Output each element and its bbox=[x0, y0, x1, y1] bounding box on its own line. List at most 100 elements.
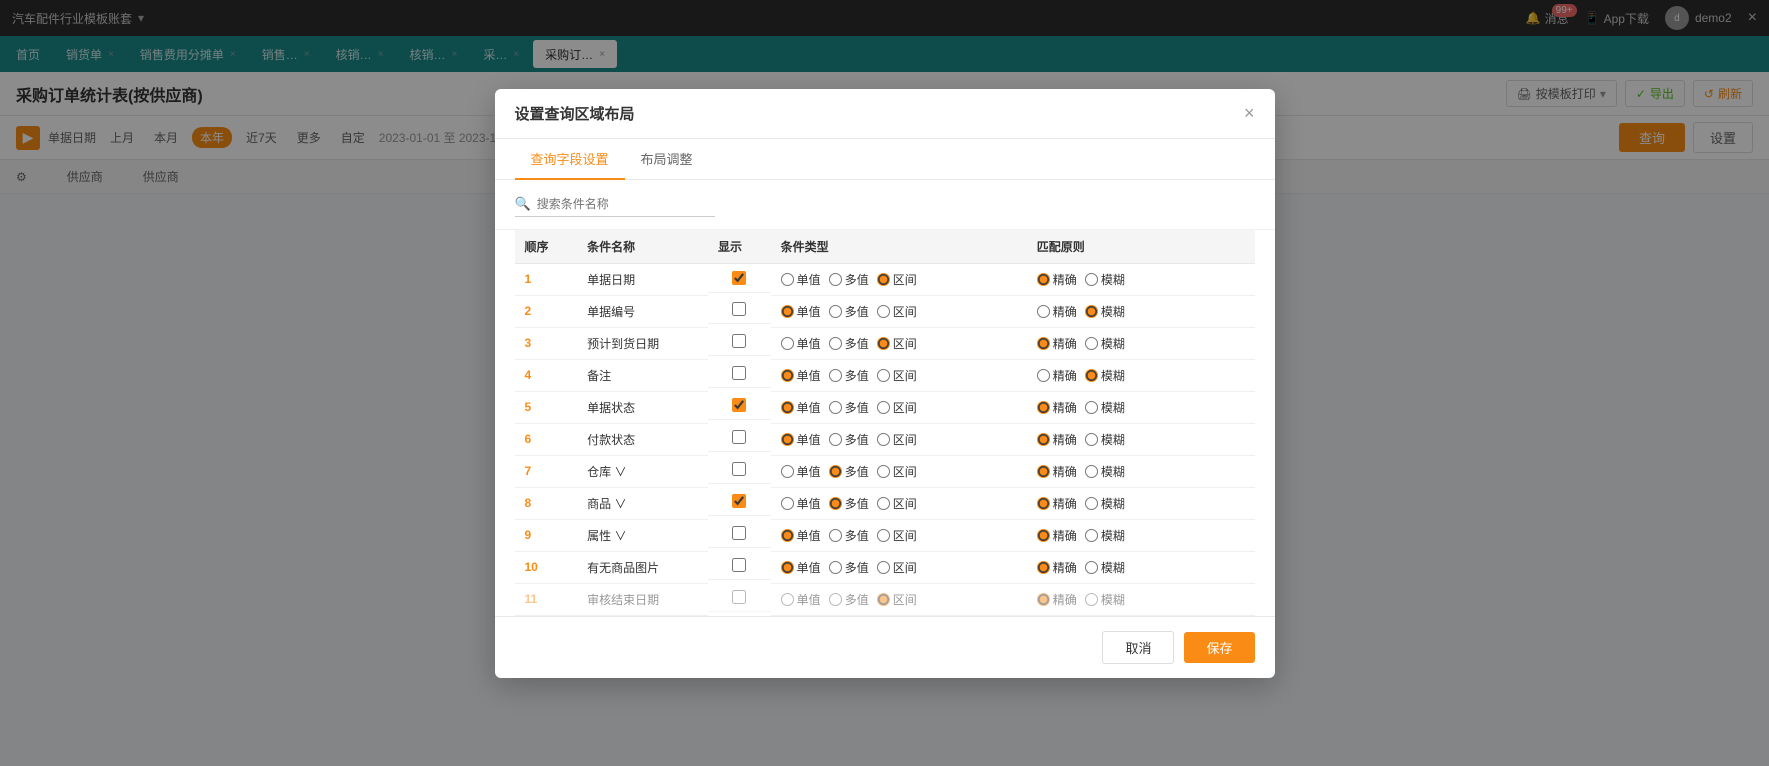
search-input[interactable] bbox=[537, 197, 715, 211]
table-row: 6付款状态单值多值区间精确模糊 bbox=[515, 423, 1255, 455]
radio-type-区间[interactable]: 区间 bbox=[877, 559, 917, 576]
radio-type-区间[interactable]: 区间 bbox=[877, 367, 917, 384]
radio-type-多值[interactable]: 多值 bbox=[829, 335, 869, 352]
dialog-tabs: 查询字段设置 布局调整 bbox=[495, 139, 1275, 180]
cell-match-rule: 精确模糊 bbox=[1027, 519, 1255, 551]
radio-rule-精确[interactable]: 精确 bbox=[1037, 591, 1077, 608]
display-checkbox[interactable] bbox=[732, 398, 746, 412]
radio-type-多值[interactable]: 多值 bbox=[829, 495, 869, 512]
cell-condition-type: 单值多值区间 bbox=[771, 519, 1027, 551]
radio-rule-模糊[interactable]: 模糊 bbox=[1085, 495, 1125, 512]
radio-type-区间[interactable]: 区间 bbox=[877, 527, 917, 544]
order-num: 2 bbox=[525, 304, 532, 318]
radio-type-多值[interactable]: 多值 bbox=[829, 271, 869, 288]
radio-rule-精确[interactable]: 精确 bbox=[1037, 463, 1077, 480]
radio-type-单值[interactable]: 单值 bbox=[781, 559, 821, 576]
table-row: 8商品 ∨单值多值区间精确模糊 bbox=[515, 487, 1255, 519]
radio-type-多值[interactable]: 多值 bbox=[829, 431, 869, 448]
radio-rule-精确[interactable]: 精确 bbox=[1037, 271, 1077, 288]
radio-rule-精确[interactable]: 精确 bbox=[1037, 303, 1077, 320]
display-checkbox[interactable] bbox=[732, 430, 746, 444]
cell-display bbox=[708, 359, 771, 388]
radio-rule-模糊[interactable]: 模糊 bbox=[1085, 335, 1125, 352]
radio-rule-模糊[interactable]: 模糊 bbox=[1085, 527, 1125, 544]
radio-type-单值[interactable]: 单值 bbox=[781, 463, 821, 480]
radio-rule-精确[interactable]: 精确 bbox=[1037, 431, 1077, 448]
radio-type-单值[interactable]: 单值 bbox=[781, 527, 821, 544]
radio-type-区间[interactable]: 区间 bbox=[877, 495, 917, 512]
display-checkbox[interactable] bbox=[732, 302, 746, 316]
radio-type-单值[interactable]: 单值 bbox=[781, 399, 821, 416]
display-checkbox[interactable] bbox=[732, 494, 746, 508]
display-checkbox[interactable] bbox=[732, 462, 746, 476]
radio-type-区间[interactable]: 区间 bbox=[877, 431, 917, 448]
display-checkbox[interactable] bbox=[732, 526, 746, 540]
dialog-tab-layout-label: 布局调整 bbox=[641, 152, 693, 167]
radio-rule-精确[interactable]: 精确 bbox=[1037, 495, 1077, 512]
display-checkbox[interactable] bbox=[732, 334, 746, 348]
radio-type-区间[interactable]: 区间 bbox=[877, 335, 917, 352]
cell-condition-type: 单值多值区间 bbox=[771, 487, 1027, 519]
radio-rule-精确[interactable]: 精确 bbox=[1037, 559, 1077, 576]
radio-rule-模糊[interactable]: 模糊 bbox=[1085, 559, 1125, 576]
radio-type-多值[interactable]: 多值 bbox=[829, 559, 869, 576]
cell-condition-type: 单值多值区间 bbox=[771, 327, 1027, 359]
radio-type-单值[interactable]: 单值 bbox=[781, 591, 821, 608]
cancel-btn[interactable]: 取消 bbox=[1102, 631, 1174, 664]
radio-type-单值[interactable]: 单值 bbox=[781, 271, 821, 288]
radio-type-单值[interactable]: 单值 bbox=[781, 367, 821, 384]
cell-match-rule: 精确模糊 bbox=[1027, 455, 1255, 487]
radio-rule-精确[interactable]: 精确 bbox=[1037, 367, 1077, 384]
radio-rule-精确[interactable]: 精确 bbox=[1037, 527, 1077, 544]
radio-type-多值[interactable]: 多值 bbox=[829, 399, 869, 416]
radio-rule-精确[interactable]: 精确 bbox=[1037, 399, 1077, 416]
cell-display bbox=[708, 583, 771, 612]
radio-type-单值[interactable]: 单值 bbox=[781, 431, 821, 448]
radio-type-多值[interactable]: 多值 bbox=[829, 463, 869, 480]
dialog-close-btn[interactable]: × bbox=[1244, 104, 1255, 122]
cell-name: 付款状态 bbox=[577, 423, 708, 455]
radio-rule-精确[interactable]: 精确 bbox=[1037, 335, 1077, 352]
order-num: 10 bbox=[525, 560, 538, 574]
conditions-tbody: 1单据日期单值多值区间精确模糊2单据编号单值多值区间精确模糊3预计到货日期单值多… bbox=[515, 263, 1255, 615]
table-row: 7仓库 ∨单值多值区间精确模糊 bbox=[515, 455, 1255, 487]
order-num: 1 bbox=[525, 272, 532, 286]
radio-type-区间[interactable]: 区间 bbox=[877, 463, 917, 480]
radio-rule-模糊[interactable]: 模糊 bbox=[1085, 303, 1125, 320]
radio-type-区间[interactable]: 区间 bbox=[877, 303, 917, 320]
radio-rule-模糊[interactable]: 模糊 bbox=[1085, 399, 1125, 416]
radio-rule-模糊[interactable]: 模糊 bbox=[1085, 431, 1125, 448]
radio-type-单值[interactable]: 单值 bbox=[781, 335, 821, 352]
table-row: 11审核结束日期单值多值区间精确模糊 bbox=[515, 583, 1255, 615]
dialog-tab-layout[interactable]: 布局调整 bbox=[625, 139, 709, 180]
radio-type-单值[interactable]: 单值 bbox=[781, 495, 821, 512]
cell-match-rule: 精确模糊 bbox=[1027, 423, 1255, 455]
cell-order: 5 bbox=[515, 391, 578, 423]
radio-type-区间[interactable]: 区间 bbox=[877, 399, 917, 416]
radio-type-多值[interactable]: 多值 bbox=[829, 527, 869, 544]
radio-rule-模糊[interactable]: 模糊 bbox=[1085, 591, 1125, 608]
display-checkbox[interactable] bbox=[732, 558, 746, 572]
radio-type-多值[interactable]: 多值 bbox=[829, 591, 869, 608]
radio-type-多值[interactable]: 多值 bbox=[829, 303, 869, 320]
cell-display bbox=[708, 487, 771, 516]
radio-rule-模糊[interactable]: 模糊 bbox=[1085, 367, 1125, 384]
dialog-tab-query-fields[interactable]: 查询字段设置 bbox=[515, 139, 625, 180]
order-num: 11 bbox=[525, 592, 538, 606]
cell-condition-type: 单值多值区间 bbox=[771, 423, 1027, 455]
display-checkbox[interactable] bbox=[732, 366, 746, 380]
save-btn[interactable]: 保存 bbox=[1184, 632, 1254, 663]
radio-rule-模糊[interactable]: 模糊 bbox=[1085, 463, 1125, 480]
radio-rule-模糊[interactable]: 模糊 bbox=[1085, 271, 1125, 288]
display-checkbox[interactable] bbox=[732, 590, 746, 604]
radio-type-单值[interactable]: 单值 bbox=[781, 303, 821, 320]
radio-type-区间[interactable]: 区间 bbox=[877, 271, 917, 288]
cell-name: 单据编号 bbox=[577, 295, 708, 327]
display-checkbox[interactable] bbox=[732, 271, 746, 285]
cell-order: 10 bbox=[515, 551, 578, 583]
radio-type-多值[interactable]: 多值 bbox=[829, 367, 869, 384]
cell-order: 4 bbox=[515, 359, 578, 391]
th-order: 顺序 bbox=[515, 230, 578, 264]
th-display: 显示 bbox=[708, 230, 771, 264]
radio-type-区间[interactable]: 区间 bbox=[877, 591, 917, 608]
